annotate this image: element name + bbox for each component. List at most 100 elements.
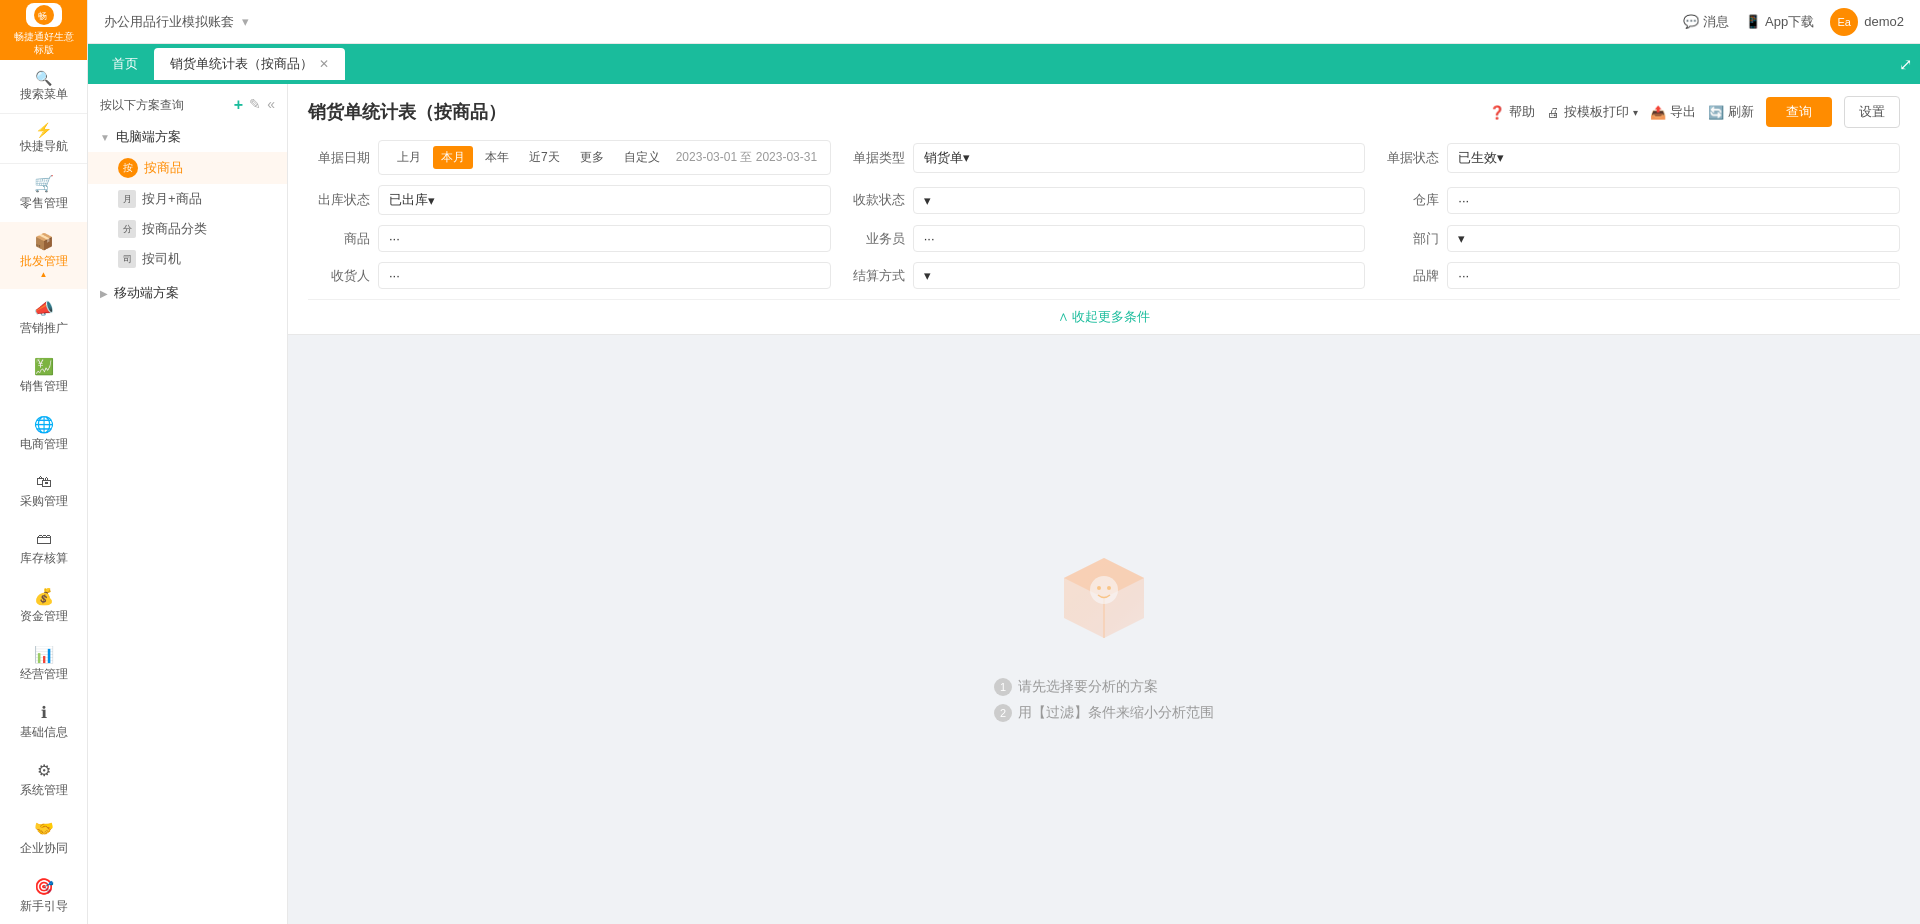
refresh-btn[interactable]: 🔄 刷新: [1708, 103, 1754, 121]
tab-bar: 首页 销货单统计表（按商品） ✕ ⤢: [88, 44, 1920, 84]
date-range-selector: 上月 本月 本年 近7天 更多 自定义 2023-03-01 至 2023-03…: [389, 146, 820, 169]
tree-item-by-product[interactable]: 按 按商品: [88, 152, 287, 184]
payment-dropdown-icon: ▾: [924, 268, 931, 283]
tree-item-by-category-label: 按商品分类: [142, 220, 207, 238]
tree-collapse-icon: ▶: [100, 288, 108, 299]
sidebar-item-sales[interactable]: 💹 销售管理: [0, 347, 87, 405]
wholesale-icon: 📦: [34, 232, 54, 251]
collapse-panel-btn[interactable]: «: [267, 96, 275, 114]
sidebar-item-finance[interactable]: 💰 资金管理: [0, 577, 87, 635]
filter-brand-input[interactable]: ···: [1447, 262, 1900, 289]
sidebar-item-retail-label: 零售管理: [20, 195, 68, 212]
sidebar-item-marketing[interactable]: 📣 营销推广: [0, 289, 87, 347]
inventory-icon: 🗃: [36, 530, 52, 548]
tree-group-mobile: ▶ 移动端方案: [88, 278, 287, 308]
page-title-row: 销货单统计表（按商品） ❓ 帮助 🖨 按模板打印 ▾ 📤: [308, 96, 1900, 128]
logo-icon: 畅: [26, 3, 62, 27]
date-btn-last-month[interactable]: 上月: [389, 146, 429, 169]
sidebar-item-retail[interactable]: 🛒 零售管理: [0, 164, 87, 222]
tip-2-text: 用【过滤】条件来缩小分析范围: [1018, 704, 1214, 722]
filter-consignee-cell: 收货人 ···: [308, 262, 831, 289]
brand-more-icon: ···: [1458, 268, 1469, 283]
filter-doc-type-input[interactable]: 销货单 ▾: [913, 143, 1366, 173]
tree-item-by-month-product[interactable]: 月 按月+商品: [88, 184, 287, 214]
sidebar-item-system[interactable]: ⚙ 系统管理: [0, 751, 87, 809]
user-profile[interactable]: Ea demo2: [1830, 8, 1904, 36]
collapse-bar[interactable]: ∧ 收起更多条件: [308, 299, 1900, 334]
filter-consignee-input[interactable]: ···: [378, 262, 831, 289]
doc-type-dropdown-icon: ▾: [963, 150, 970, 165]
page-body: 按以下方案查询 + ✎ « ▼ 电脑端方案 按 按商品 月 按月: [88, 84, 1920, 924]
sidebar-item-purchase[interactable]: 🛍 采购管理: [0, 463, 87, 520]
filter-warehouse-input[interactable]: ···: [1447, 187, 1900, 214]
filter-salesperson-input[interactable]: ···: [913, 225, 1366, 252]
help-btn[interactable]: ❓ 帮助: [1489, 103, 1535, 121]
tree-item-by-category[interactable]: 分 按商品分类: [88, 214, 287, 244]
search-menu[interactable]: 🔍 搜索菜单: [0, 60, 87, 114]
logo-sublabel: 标版: [34, 43, 54, 57]
breadcrumb-dropdown-icon[interactable]: ▾: [242, 14, 249, 29]
tree-expand-icon: ▼: [100, 132, 110, 143]
settings-button[interactable]: 设置: [1844, 96, 1900, 128]
print-template-btn[interactable]: 🖨 按模板打印 ▾: [1547, 103, 1638, 121]
left-panel-header: 按以下方案查询 + ✎ «: [88, 96, 287, 122]
out-status-dropdown-icon: ▾: [428, 193, 435, 208]
query-button[interactable]: 查询: [1766, 97, 1832, 127]
filter-salesperson-cell: 业务员 ···: [843, 225, 1366, 252]
filter-doc-type-label: 单据类型: [843, 149, 913, 167]
filter-warehouse-label: 仓库: [1377, 191, 1447, 209]
operation-icon: 📊: [34, 645, 54, 664]
sidebar-item-enterprise-label: 企业协同: [20, 840, 68, 857]
sidebar-item-newbie[interactable]: 🎯 新手引导: [0, 867, 87, 924]
edit-scheme-btn[interactable]: ✎: [249, 96, 261, 114]
svg-text:畅: 畅: [38, 11, 47, 21]
date-btn-custom[interactable]: 自定义: [616, 146, 668, 169]
filter-date-input[interactable]: 上月 本月 本年 近7天 更多 自定义 2023-03-01 至 2023-03…: [378, 140, 831, 175]
quick-nav[interactable]: ⚡ 快捷导航: [0, 114, 87, 164]
sidebar-item-operation[interactable]: 📊 经营管理: [0, 635, 87, 693]
collapse-label: ∧ 收起更多条件: [1058, 309, 1151, 324]
system-icon: ⚙: [37, 761, 51, 780]
tab-home[interactable]: 首页: [96, 48, 154, 80]
tab-expand-icon[interactable]: ⤢: [1899, 55, 1912, 74]
date-btn-more[interactable]: 更多: [572, 146, 612, 169]
date-btn-this-month[interactable]: 本月: [433, 146, 473, 169]
filter-out-status-input[interactable]: 已出库 ▾: [378, 185, 831, 215]
sidebar-item-enterprise[interactable]: 🤝 企业协同: [0, 809, 87, 867]
tab-sales-stat[interactable]: 销货单统计表（按商品） ✕: [154, 48, 345, 80]
message-btn[interactable]: 💬 消息: [1683, 13, 1729, 31]
left-panel-title: 按以下方案查询: [100, 97, 184, 114]
filter-doc-status-input[interactable]: 已生效 ▾: [1447, 143, 1900, 173]
sidebar-item-finance-label: 资金管理: [20, 608, 68, 625]
tree-item-by-printer[interactable]: 司 按司机: [88, 244, 287, 274]
filter-department-input[interactable]: ▾: [1447, 225, 1900, 252]
tab-close-icon[interactable]: ✕: [319, 57, 329, 71]
filter-payment-input[interactable]: ▾: [913, 262, 1366, 289]
sidebar-item-wholesale-label: 批发管理: [20, 253, 68, 270]
sidebar-item-marketing-label: 营销推广: [20, 320, 68, 337]
add-scheme-btn[interactable]: +: [234, 96, 243, 114]
filter-receipt-status-input[interactable]: ▾: [913, 187, 1366, 214]
receipt-status-dropdown-icon: ▾: [924, 193, 931, 208]
sidebar-item-newbie-label: 新手引导: [20, 898, 68, 915]
top-header-right: 💬 消息 📱 App下载 Ea demo2: [1683, 8, 1904, 36]
export-btn[interactable]: 📤 导出: [1650, 103, 1696, 121]
date-btn-7days[interactable]: 近7天: [521, 146, 568, 169]
filter-doc-status-value: 已生效: [1458, 149, 1497, 167]
tree-group-desktop-header[interactable]: ▼ 电脑端方案: [88, 122, 287, 152]
sidebar-item-inventory[interactable]: 🗃 库存核算: [0, 520, 87, 577]
sidebar-item-ecommerce[interactable]: 🌐 电商管理: [0, 405, 87, 463]
filter-brand-cell: 品牌 ···: [1377, 262, 1900, 289]
date-btn-this-year[interactable]: 本年: [477, 146, 517, 169]
tree-group-mobile-header[interactable]: ▶ 移动端方案: [88, 278, 287, 308]
sidebar-item-wholesale[interactable]: 📦 批发管理 ▲: [0, 222, 87, 289]
refresh-icon: 🔄: [1708, 105, 1724, 120]
svg-point-6: [1097, 586, 1101, 590]
app-download-btn[interactable]: 📱 App下载: [1745, 13, 1814, 31]
logo-text: 畅捷通好生意: [14, 30, 74, 43]
filter-product-input[interactable]: ···: [378, 225, 831, 252]
by-category-icon: 分: [118, 220, 136, 238]
page-title-bar: 销货单统计表（按商品） ❓ 帮助 🖨 按模板打印 ▾ 📤: [288, 84, 1920, 335]
sidebar-item-basic[interactable]: ℹ 基础信息: [0, 693, 87, 751]
tree-item-by-product-label: 按商品: [144, 159, 183, 177]
